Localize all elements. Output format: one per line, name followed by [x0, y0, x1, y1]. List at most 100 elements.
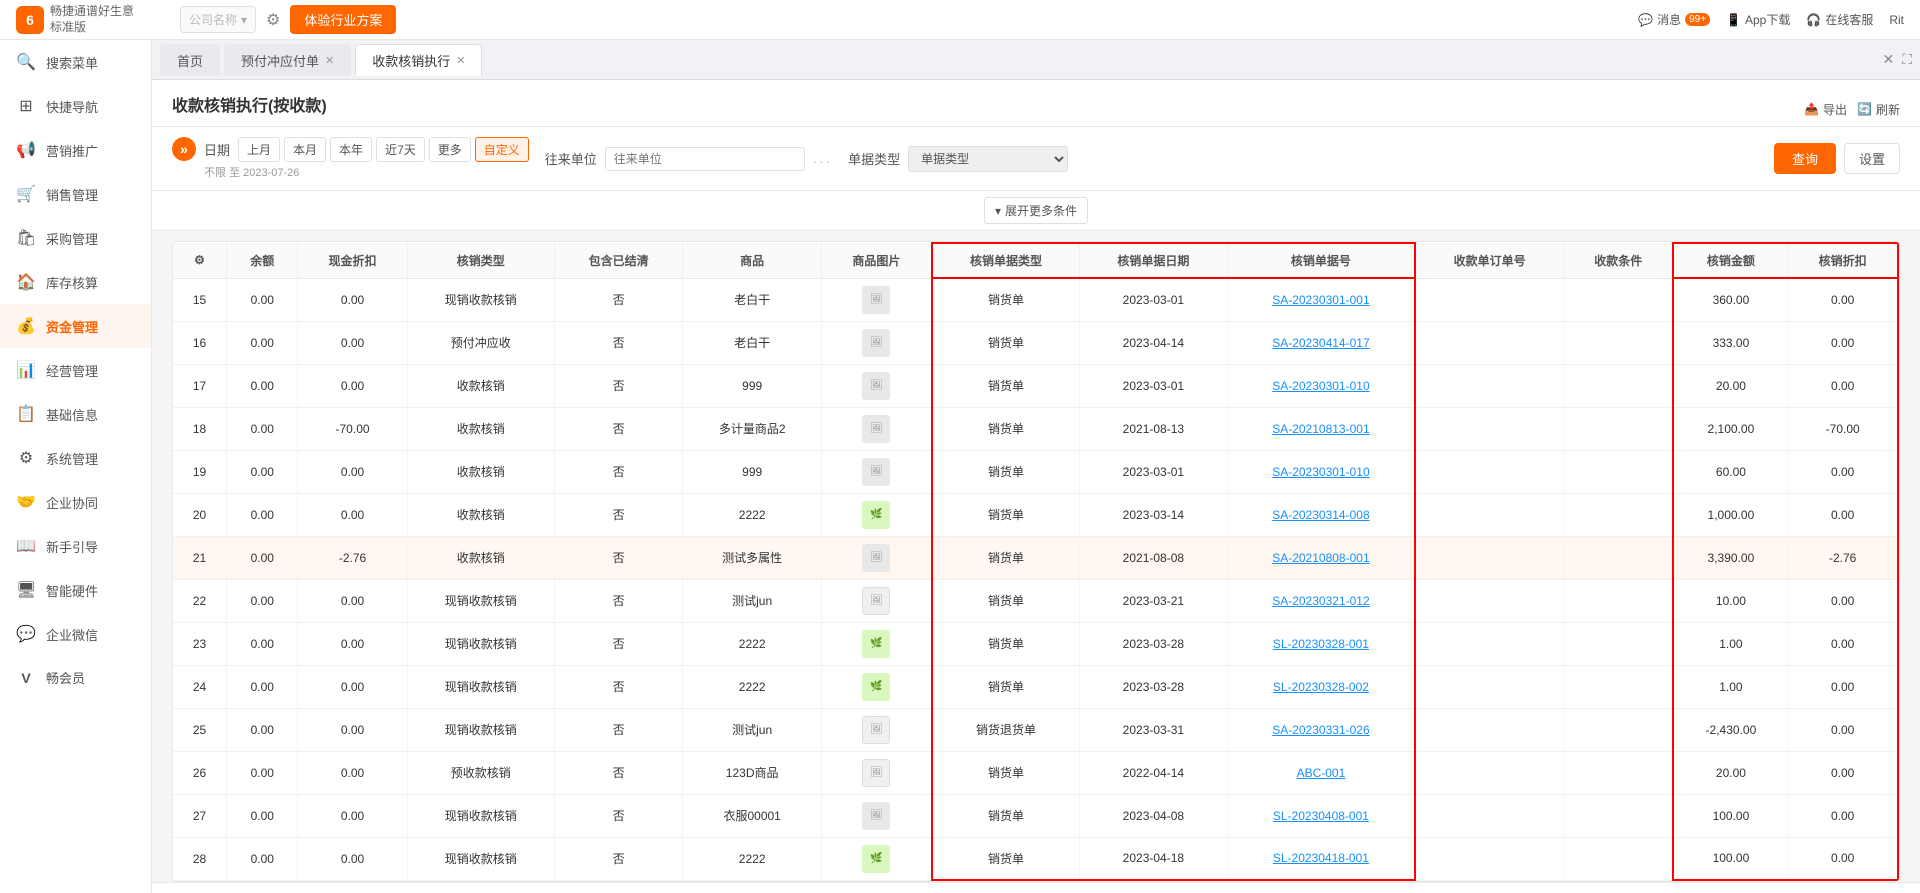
- tab-writeoff[interactable]: 收款核销执行 ✕: [355, 44, 482, 76]
- sidebar-item-purchase[interactable]: 🛍 采购管理: [0, 216, 151, 260]
- doc-no-link[interactable]: SL-20230408-001: [1273, 809, 1369, 823]
- date-this-year[interactable]: 本年: [330, 137, 372, 162]
- th-receipt-order: 收款单订单号: [1415, 243, 1563, 278]
- doc-no-link[interactable]: SL-20230418-001: [1273, 851, 1369, 865]
- cell-balance: 0.00: [227, 837, 298, 880]
- date-more[interactable]: 更多: [429, 137, 471, 162]
- expand-more-button[interactable]: ▾ 展开更多条件: [984, 197, 1088, 224]
- cell-goods-img: 🖼: [822, 751, 932, 794]
- cell-goods: 2222: [683, 493, 822, 536]
- cell-writeoff-discount: 0.00: [1788, 622, 1898, 665]
- maximize-icon[interactable]: ⛶: [1902, 51, 1912, 68]
- cell-balance: 0.00: [227, 536, 298, 579]
- cell-cash-discount: 0.00: [298, 665, 407, 708]
- settings-gear-button[interactable]: ⚙: [266, 10, 280, 30]
- doc-no-link[interactable]: SL-20230328-002: [1273, 680, 1369, 694]
- sidebar: 🔍 搜索菜单 ⊞ 快捷导航 📢 营销推广 🛒 销售管理 🛍 采购管理 🏠 库存核…: [0, 40, 152, 893]
- cell-no: 27: [173, 794, 227, 837]
- goods-image: 🖼: [862, 329, 890, 357]
- tab-close-prepay[interactable]: ✕: [325, 54, 334, 67]
- sidebar-item-quick-nav[interactable]: ⊞ 快捷导航: [0, 84, 151, 128]
- doc-no-link[interactable]: SL-20230328-001: [1273, 637, 1369, 651]
- user-avatar[interactable]: Rit: [1889, 13, 1904, 27]
- cell-settled: 否: [554, 407, 682, 450]
- doc-no-link[interactable]: SA-20210808-001: [1272, 551, 1369, 565]
- cell-writeoff-amount: 100.00: [1673, 837, 1787, 880]
- cell-doc-no: SL-20230418-001: [1227, 837, 1415, 880]
- cell-writeoff-amount: 20.00: [1673, 364, 1787, 407]
- sidebar-item-sales[interactable]: 🛒 销售管理: [0, 172, 151, 216]
- doc-no-link[interactable]: SA-20230314-008: [1272, 508, 1369, 522]
- sidebar-item-wechat[interactable]: 💬 企业微信: [0, 612, 151, 656]
- minimize-icon[interactable]: ✕: [1882, 51, 1894, 68]
- tab-home[interactable]: 首页: [160, 44, 220, 76]
- table-row: 17 0.00 0.00 收款核销 否 999 🖼 销货单 2023-03-01…: [173, 364, 1898, 407]
- doc-no-link[interactable]: SA-20230321-012: [1272, 594, 1369, 608]
- app-download-button[interactable]: 📱 App下载: [1726, 11, 1790, 28]
- sidebar-item-system[interactable]: ⚙ 系统管理: [0, 436, 151, 480]
- sidebar-item-search[interactable]: 🔍 搜索菜单: [0, 40, 151, 84]
- doc-no-link[interactable]: SA-20230301-001: [1272, 293, 1369, 307]
- tab-close-writeoff[interactable]: ✕: [456, 54, 465, 67]
- doc-no-link[interactable]: SA-20230301-010: [1272, 379, 1369, 393]
- cell-goods-img: 🖼: [822, 794, 932, 837]
- cell-writeoff-amount: 360.00: [1673, 278, 1787, 321]
- table-row: 19 0.00 0.00 收款核销 否 999 🖼 销货单 2023-03-01…: [173, 450, 1898, 493]
- sidebar-item-guide[interactable]: 📖 新手引导: [0, 524, 151, 568]
- cell-doc-type: 销货单: [932, 278, 1080, 321]
- money-icon: 💰: [16, 316, 36, 336]
- online-service-button[interactable]: 🎧 在线客服: [1806, 11, 1873, 28]
- cell-doc-date: 2023-03-21: [1080, 579, 1227, 622]
- cell-writeoff-amount: 100.00: [1673, 794, 1787, 837]
- cell-receipt-condition: [1563, 794, 1673, 837]
- doc-no-link[interactable]: SA-20210813-001: [1272, 422, 1369, 436]
- setting-button[interactable]: 设置: [1844, 143, 1900, 174]
- company-select[interactable]: 公司名称 ▾: [180, 6, 256, 33]
- cell-writeoff-amount: 20.00: [1673, 751, 1787, 794]
- voucher-type-select[interactable]: 单据类型: [908, 146, 1068, 172]
- sidebar-item-basic-info[interactable]: 📋 基础信息: [0, 392, 151, 436]
- table-footer: 40,556,66... 952.24: [152, 882, 1920, 893]
- message-button[interactable]: 💬 消息 99+: [1638, 11, 1710, 28]
- sidebar-item-marketing[interactable]: 📢 营销推广: [0, 128, 151, 172]
- cell-settled: 否: [554, 794, 682, 837]
- date-7-days[interactable]: 近7天: [376, 137, 425, 162]
- cell-doc-date: 2023-03-01: [1080, 450, 1227, 493]
- goods-image: 🖼: [862, 415, 890, 443]
- sidebar-item-inventory[interactable]: 🏠 库存核算: [0, 260, 151, 304]
- table-row: 21 0.00 -2.76 收款核销 否 测试多属性 🖼 销货单 2021-08…: [173, 536, 1898, 579]
- partner-input[interactable]: [605, 147, 805, 171]
- sidebar-item-member[interactable]: V 畅会员: [0, 656, 151, 699]
- cell-cash-discount: 0.00: [298, 493, 407, 536]
- date-custom[interactable]: 自定义: [475, 137, 529, 162]
- collapse-button[interactable]: »: [172, 137, 196, 161]
- sidebar-item-operation[interactable]: 📊 经营管理: [0, 348, 151, 392]
- cell-settled: 否: [554, 364, 682, 407]
- cell-balance: 0.00: [227, 450, 298, 493]
- doc-no-link[interactable]: SA-20230414-017: [1272, 336, 1369, 350]
- cell-writeoff-amount: 1,000.00: [1673, 493, 1787, 536]
- sidebar-item-hardware[interactable]: 🖥 智能硬件: [0, 568, 151, 612]
- goods-image: 🖼: [862, 716, 890, 744]
- sidebar-item-finance[interactable]: 💰 资金管理: [0, 304, 151, 348]
- date-this-month[interactable]: 本月: [284, 137, 326, 162]
- sidebar-item-enterprise[interactable]: 🤝 企业协同: [0, 480, 151, 524]
- cell-cash-discount: 0.00: [298, 321, 407, 364]
- cell-writeoff-discount: 0.00: [1788, 665, 1898, 708]
- data-table: ⚙ 余额 现金折扣 核销类型 包含已结清 商品 商品图片 核销单据类型 核销单据…: [173, 242, 1899, 881]
- cell-cash-discount: 0.00: [298, 708, 407, 751]
- export-button[interactable]: 📤 导出: [1804, 101, 1847, 118]
- cell-doc-no: SL-20230328-001: [1227, 622, 1415, 665]
- date-last-month[interactable]: 上月: [238, 137, 280, 162]
- doc-no-link[interactable]: ABC-001: [1297, 766, 1346, 780]
- cell-writeoff-discount: -70.00: [1788, 407, 1898, 450]
- chart-icon: 📊: [16, 360, 36, 380]
- doc-no-link[interactable]: SA-20230331-026: [1272, 723, 1369, 737]
- handshake-icon: 🤝: [16, 492, 36, 512]
- query-button[interactable]: 查询: [1774, 143, 1836, 174]
- refresh-button[interactable]: 🔄 刷新: [1857, 101, 1900, 118]
- tab-prepay[interactable]: 预付冲应付单 ✕: [224, 44, 351, 76]
- doc-no-link[interactable]: SA-20230301-010: [1272, 465, 1369, 479]
- industry-solution-button[interactable]: 体验行业方案: [290, 5, 396, 34]
- cell-balance: 0.00: [227, 321, 298, 364]
